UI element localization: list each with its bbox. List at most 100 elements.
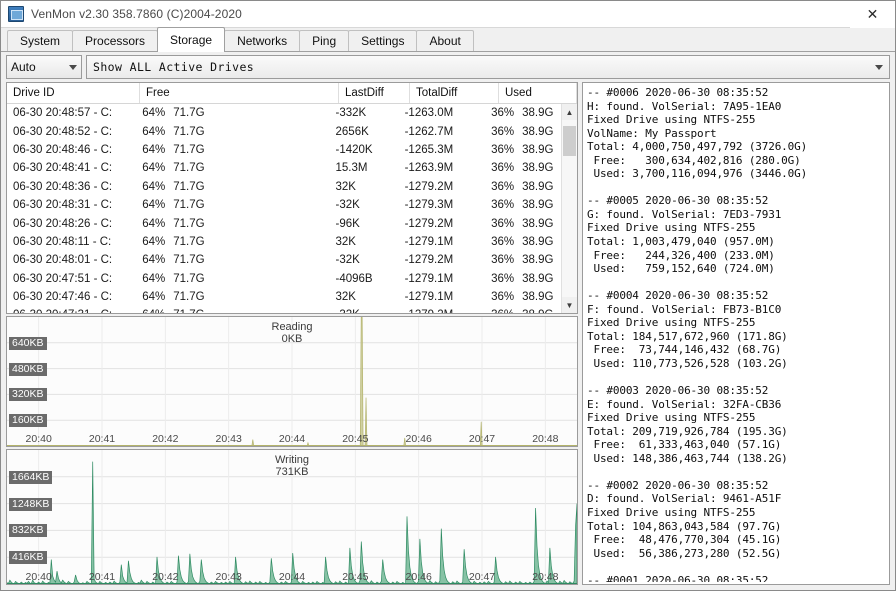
chevron-up-icon[interactable]: ▲	[562, 104, 577, 120]
tab-label: System	[20, 34, 61, 48]
cell-lastdiff: 32K	[335, 180, 356, 193]
chevron-down-icon[interactable]: ▼	[562, 297, 577, 313]
tab-processors[interactable]: Processors	[72, 30, 159, 51]
cell-lastdiff: -32K	[335, 254, 360, 267]
cell-lastdiff: 2656K	[335, 125, 369, 138]
main-content: Drive ID Free LastDiff TotalDiff Used 06-30 …	[6, 82, 890, 585]
cell-totaldiff: -1263.9M	[404, 162, 454, 175]
tab-bar: System Processors Storage Networks Ping Setti…	[1, 27, 895, 52]
cell-drive-id: 06-30 20:47:31 - C:	[7, 309, 136, 313]
cell-used: 36%38.9G	[491, 254, 554, 267]
tab-label: Networks	[237, 34, 288, 48]
cell-free: 64%71.7G	[142, 162, 205, 175]
cell-totaldiff: -1279.2M	[399, 309, 486, 313]
cell-drive-id: 06-30 20:48:36 - C:	[13, 180, 113, 193]
window-controls: ✕	[850, 1, 895, 28]
cell-free: 64%71.7G	[142, 107, 205, 120]
cell-lastdiff: 32K	[335, 235, 356, 248]
drive-select[interactable]: Auto	[6, 55, 82, 79]
column-header-used[interactable]: Used	[499, 83, 577, 103]
table-row[interactable]: 06-30 20:48:46 - C: 64% 71.7G -1420K -1265.3…	[7, 141, 561, 159]
table-scrollbar[interactable]: ▲ ▼	[561, 104, 577, 313]
writing-chart-svg	[7, 450, 577, 584]
cell-drive-id: 06-30 20:48:46 - C:	[13, 143, 113, 156]
column-header-drive-id[interactable]: Drive ID	[7, 83, 140, 103]
filter-dropdown[interactable]: Show ALL Active Drives	[86, 55, 890, 79]
cell-used: 36%38.9G	[491, 162, 554, 175]
cell-used: 36%38.9G	[491, 217, 554, 230]
cell-drive-id: 06-30 20:47:46 - C:	[13, 291, 113, 304]
cell-totaldiff: -1279.2M	[404, 217, 454, 230]
title-bar: VenMon v2.30 358.7860 (C)2004-2020 ✕	[1, 1, 895, 28]
filter-dropdown-value: Show ALL Active Drives	[93, 60, 255, 74]
table-row[interactable]: 06-30 20:48:26 - C: 64% 71.7G -96K -1279.2M 3…	[7, 214, 561, 232]
cell-free: 64%71.7G	[142, 180, 205, 193]
table-row[interactable]: 06-30 20:48:36 - C: 64% 71.7G 32K -1279.2M 36…	[7, 178, 561, 196]
cell-lastdiff: -32K	[330, 309, 399, 313]
cell-totaldiff: -1279.2M	[404, 254, 454, 267]
table-row[interactable]: 06-30 20:48:52 - C: 64% 71.7G 2656K -1262.7M…	[7, 122, 561, 140]
table-row[interactable]: 06-30 20:47:51 - C: 64% 71.7G -4096B -1279.1…	[7, 270, 561, 288]
cell-drive-id: 06-30 20:48:31 - C:	[13, 199, 113, 212]
cell-free: 64%71.7G	[142, 125, 205, 138]
tab-system[interactable]: System	[7, 30, 74, 51]
cell-used: 36%38.9G	[485, 309, 561, 313]
cell-free: 64%71.7G	[142, 291, 205, 304]
cell-totaldiff: -1265.3M	[404, 143, 454, 156]
reading-chart: Reading 0KB 640KB 480KB 320KB 160KB 20:40 20:…	[6, 316, 578, 447]
cell-lastdiff: -1420K	[335, 143, 373, 156]
drive-log-panel[interactable]: -- #0006 2020-06-30 08:35:52 H: found. V…	[582, 82, 890, 585]
cell-free: 64%71.7G	[142, 143, 205, 156]
table-row[interactable]: 06-30 20:48:41 - C: 64% 71.7G 15.3M -1263.9M…	[7, 159, 561, 177]
tab-storage[interactable]: Storage	[157, 27, 226, 52]
table-body: 06-30 20:48:57 - C: 64% 71.7G -332K -1263.0M…	[7, 104, 561, 313]
table-row[interactable]: 06-30 20:48:11 - C: 64% 71.7G 32K -1279.1M 36…	[7, 233, 561, 251]
column-header-totaldiff[interactable]: TotalDiff	[410, 83, 499, 103]
reading-chart-svg	[7, 317, 577, 446]
table-row[interactable]: 06-30 20:48:31 - C: 64% 71.7G -32K -1279.3M 3…	[7, 196, 561, 214]
table-row[interactable]: 06-30 20:47:46 - C: 64% 71.7G 32K -1279.1M 36…	[7, 288, 561, 306]
cell-used: 36%38.9G	[491, 125, 554, 138]
table-row[interactable]: 06-30 20:47:31 - C:64%71.7G-32K-1279.2M3…	[7, 306, 561, 313]
cell-lastdiff: -96K	[335, 217, 360, 230]
cell-free: 64%71.7G	[142, 217, 205, 230]
tab-networks[interactable]: Networks	[224, 30, 301, 51]
table-body-wrap: 06-30 20:48:57 - C: 64% 71.7G -332K -1263.0M…	[7, 104, 577, 313]
column-header-lastdiff[interactable]: LastDiff	[339, 83, 410, 103]
table-row[interactable]: 06-30 20:48:57 - C: 64% 71.7G -332K -1263.0M…	[7, 104, 561, 122]
cell-drive-id: 06-30 20:48:11 - C:	[13, 235, 112, 248]
window-title: VenMon v2.30 358.7860 (C)2004-2020	[31, 7, 242, 21]
cell-lastdiff: -332K	[335, 107, 367, 120]
cell-drive-id: 06-30 20:48:41 - C:	[13, 162, 113, 175]
app-icon	[8, 6, 24, 22]
table-row[interactable]: 06-30 20:48:01 - C: 64% 71.7G -32K -1279.2M 3…	[7, 251, 561, 269]
tab-ping[interactable]: Ping	[299, 30, 350, 51]
scrollbar-thumb[interactable]	[563, 126, 576, 156]
chevron-down-icon	[875, 64, 883, 70]
cell-totaldiff: -1279.3M	[404, 199, 454, 212]
cell-used: 36%38.9G	[491, 291, 554, 304]
cell-totaldiff: -1279.1M	[404, 235, 454, 248]
cell-lastdiff: 32K	[335, 291, 356, 304]
cell-totaldiff: -1279.1M	[404, 272, 454, 285]
tab-settings[interactable]: Settings	[348, 30, 418, 51]
cell-used: 36%38.9G	[491, 143, 554, 156]
cell-used: 36%38.9G	[491, 235, 554, 248]
cell-totaldiff: -1279.2M	[404, 180, 454, 193]
toolbar: Auto Show ALL Active Drives	[6, 55, 890, 79]
tab-about[interactable]: About	[416, 30, 474, 51]
tab-label: Processors	[85, 34, 146, 48]
reading-chart-grid	[7, 317, 577, 446]
cell-used: 36%38.9G	[491, 107, 554, 120]
cell-totaldiff: -1263.0M	[404, 107, 454, 120]
cell-used: 36%38.9G	[491, 199, 554, 212]
scrollbar-track[interactable]	[562, 120, 577, 297]
cell-free: 64%71.7G	[136, 309, 329, 313]
close-icon[interactable]: ✕	[850, 1, 895, 28]
column-header-free[interactable]: Free	[140, 83, 339, 103]
cell-free: 64%71.7G	[142, 235, 205, 248]
tab-label: Storage	[170, 33, 213, 47]
cell-drive-id: 06-30 20:48:57 - C:	[13, 107, 113, 120]
tab-label: About	[429, 34, 461, 48]
drive-select-value: Auto	[11, 60, 36, 74]
